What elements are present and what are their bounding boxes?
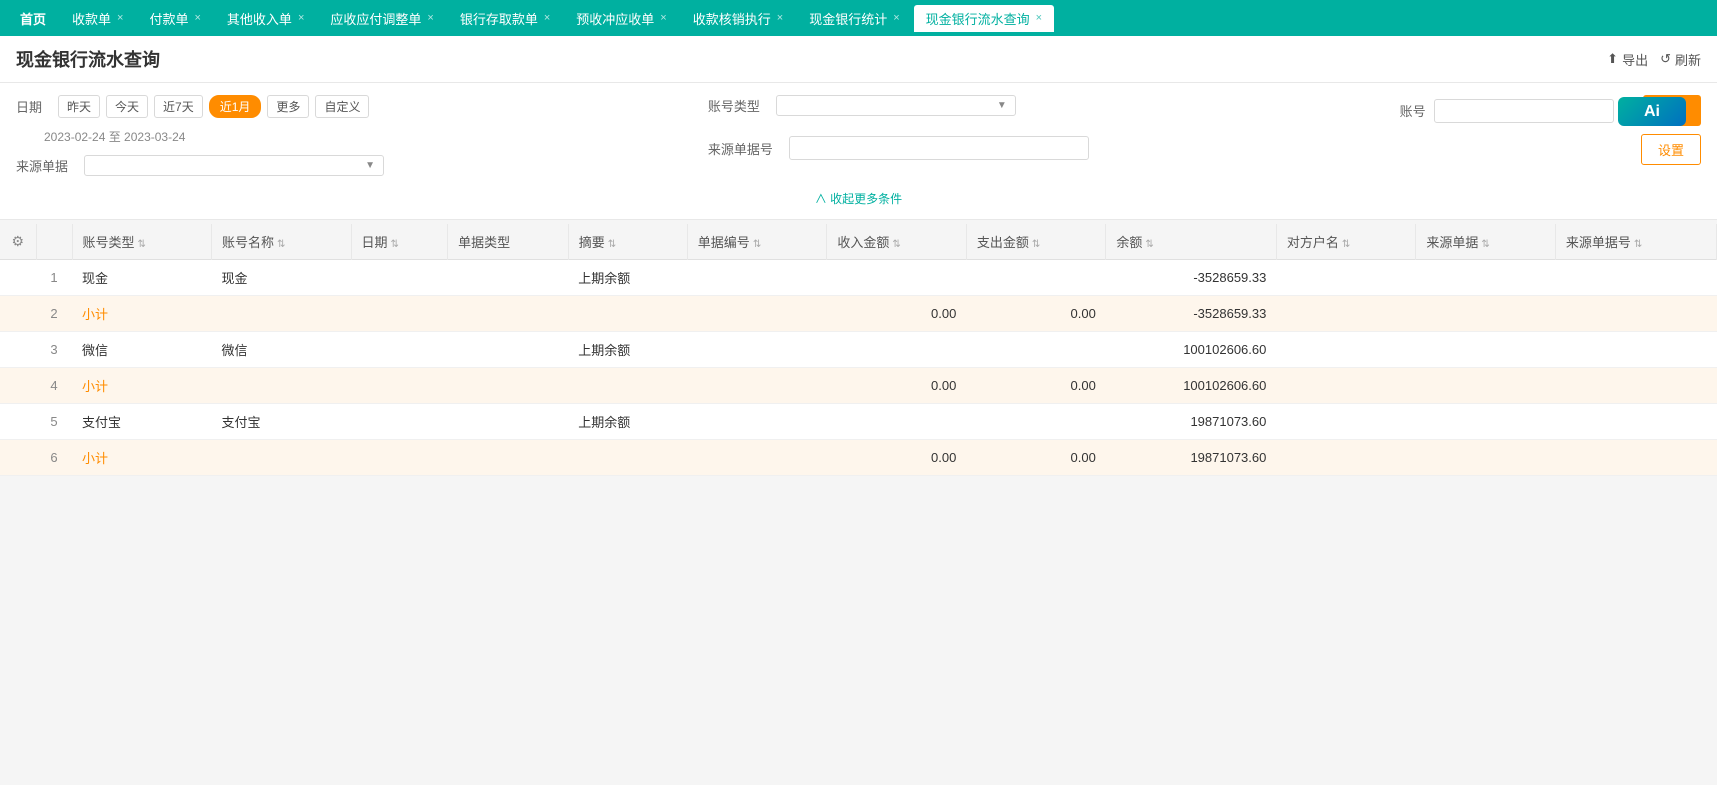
sort-icon: ⇅: [1032, 239, 1040, 250]
table-row: 4小计0.000.00100102606.60: [0, 368, 1717, 404]
sort-icon: ⇅: [608, 239, 616, 250]
sort-icon: ⇅: [1481, 239, 1489, 250]
sort-icon: ⇅: [1342, 239, 1350, 250]
page-title: 现金银行流水查询: [16, 46, 160, 72]
sort-icon: ⇅: [1634, 239, 1642, 250]
column-expense[interactable]: 支出金额⇅: [966, 224, 1106, 260]
export-button[interactable]: ⬆ 导出: [1607, 50, 1648, 69]
account-label: 账号: [1400, 101, 1426, 120]
column-balance[interactable]: 余额⇅: [1106, 224, 1277, 260]
nav-item-bank-deposit[interactable]: 银行存取款单 ×: [448, 5, 562, 32]
nav-item-other-income[interactable]: 其他收入单 ×: [215, 5, 316, 32]
refresh-button[interactable]: ↺ 刷新: [1660, 50, 1701, 69]
date-range-display: 2023-02-24 至 2023-03-24: [44, 128, 185, 145]
close-icon[interactable]: ×: [427, 12, 433, 24]
account-input[interactable]: [1434, 99, 1614, 123]
source-doc-select[interactable]: ▼: [84, 155, 384, 176]
chevron-down-icon: ▼: [997, 100, 1007, 111]
nav-item-home[interactable]: 首页: [8, 5, 58, 32]
nav-item-verify[interactable]: 收款核销执行 ×: [681, 5, 795, 32]
table-header-row: ⚙ 账号类型⇅ 账号名称⇅ 日期⇅ 单据类型 摘要⇅ 单据编号⇅ 收入金额⇅ 支…: [0, 224, 1717, 260]
nav-item-cash-stats[interactable]: 现金银行统计 ×: [797, 5, 911, 32]
table-row: 6小计0.000.0019871073.60: [0, 440, 1717, 476]
column-counterpart[interactable]: 对方户名⇅: [1276, 224, 1416, 260]
date-shortcuts: 昨天 今天 近7天 近1月 更多 自定义: [58, 95, 369, 118]
close-icon[interactable]: ×: [660, 12, 666, 24]
source-doc-no-label: 来源单据号: [708, 139, 773, 158]
filter-area: 日期 昨天 今天 近7天 近1月 更多 自定义 2023-02-24 至 202…: [0, 83, 1717, 220]
nav-item-ar-ap-adjust[interactable]: 应收应付调整单 ×: [318, 5, 445, 32]
page-header: 现金银行流水查询 ⬆ 导出 ↺ 刷新: [0, 36, 1717, 83]
source-doc-label: 来源单据: [16, 156, 68, 175]
table-row: 2小计0.000.00-3528659.33: [0, 296, 1717, 332]
column-account-name[interactable]: 账号名称⇅: [212, 224, 352, 260]
sort-icon: ⇅: [391, 239, 399, 250]
close-icon[interactable]: ×: [893, 12, 899, 24]
table-row: 5支付宝支付宝上期余额19871073.60: [0, 404, 1717, 440]
table-row: 1现金现金上期余额-3528659.33: [0, 260, 1717, 296]
date-btn-today[interactable]: 今天: [106, 95, 148, 118]
ai-assistant-button[interactable]: Ai: [1618, 97, 1686, 126]
column-income[interactable]: 收入金额⇅: [827, 224, 967, 260]
column-summary[interactable]: 摘要⇅: [568, 224, 687, 260]
date-btn-custom[interactable]: 自定义: [315, 95, 369, 118]
collapse-conditions-button[interactable]: ∧ 收起更多条件: [16, 190, 1701, 207]
column-account-type[interactable]: 账号类型⇅: [72, 224, 212, 260]
sort-icon: ⇅: [138, 239, 146, 250]
column-doc-no[interactable]: 单据编号⇅: [687, 224, 827, 260]
account-type-label: 账号类型: [708, 96, 760, 115]
date-btn-7days[interactable]: 近7天: [154, 95, 203, 118]
date-btn-more[interactable]: 更多: [267, 95, 309, 118]
close-icon[interactable]: ×: [1036, 12, 1042, 24]
sort-icon: ⇅: [892, 239, 900, 250]
column-row-num: [36, 224, 72, 260]
close-icon[interactable]: ×: [194, 12, 200, 24]
close-icon[interactable]: ×: [117, 12, 123, 24]
gear-icon[interactable]: ⚙: [11, 233, 24, 249]
date-filter-label: 日期: [16, 97, 42, 116]
settings-button[interactable]: 设置: [1641, 134, 1701, 165]
top-navigation: 首页 收款单 × 付款单 × 其他收入单 × 应收应付调整单 × 银行存取款单 …: [0, 0, 1717, 36]
column-source-doc-no[interactable]: 来源单据号⇅: [1555, 224, 1716, 260]
close-icon[interactable]: ×: [777, 12, 783, 24]
sort-icon: ⇅: [1145, 239, 1153, 250]
export-icon: ⬆: [1607, 51, 1618, 67]
nav-item-cash-flow[interactable]: 现金银行流水查询 ×: [914, 5, 1054, 32]
table-row: 3微信微信上期余额100102606.60: [0, 332, 1717, 368]
close-icon[interactable]: ×: [298, 12, 304, 24]
column-settings[interactable]: ⚙: [0, 224, 36, 260]
nav-item-pre-receipt[interactable]: 预收冲应收单 ×: [564, 5, 678, 32]
sort-icon: ⇅: [277, 239, 285, 250]
column-doc-type: 单据类型: [448, 224, 569, 260]
source-doc-no-input[interactable]: [789, 136, 1089, 160]
header-actions: ⬆ 导出 ↺ 刷新: [1607, 50, 1701, 69]
column-source-doc[interactable]: 来源单据⇅: [1416, 224, 1556, 260]
date-btn-yesterday[interactable]: 昨天: [58, 95, 100, 118]
account-type-select[interactable]: ▼: [776, 95, 1016, 116]
chevron-down-icon: ▼: [365, 160, 375, 171]
refresh-icon: ↺: [1660, 51, 1671, 67]
nav-item-receipt[interactable]: 收款单 ×: [60, 5, 135, 32]
cash-flow-table: ⚙ 账号类型⇅ 账号名称⇅ 日期⇅ 单据类型 摘要⇅ 单据编号⇅ 收入金额⇅ 支…: [0, 224, 1717, 476]
sort-icon: ⇅: [753, 239, 761, 250]
data-table-container: ⚙ 账号类型⇅ 账号名称⇅ 日期⇅ 单据类型 摘要⇅ 单据编号⇅ 收入金额⇅ 支…: [0, 224, 1717, 476]
date-btn-1month[interactable]: 近1月: [209, 95, 262, 118]
close-icon[interactable]: ×: [544, 12, 550, 24]
column-date[interactable]: 日期⇅: [351, 224, 448, 260]
nav-item-payment[interactable]: 付款单 ×: [137, 5, 212, 32]
